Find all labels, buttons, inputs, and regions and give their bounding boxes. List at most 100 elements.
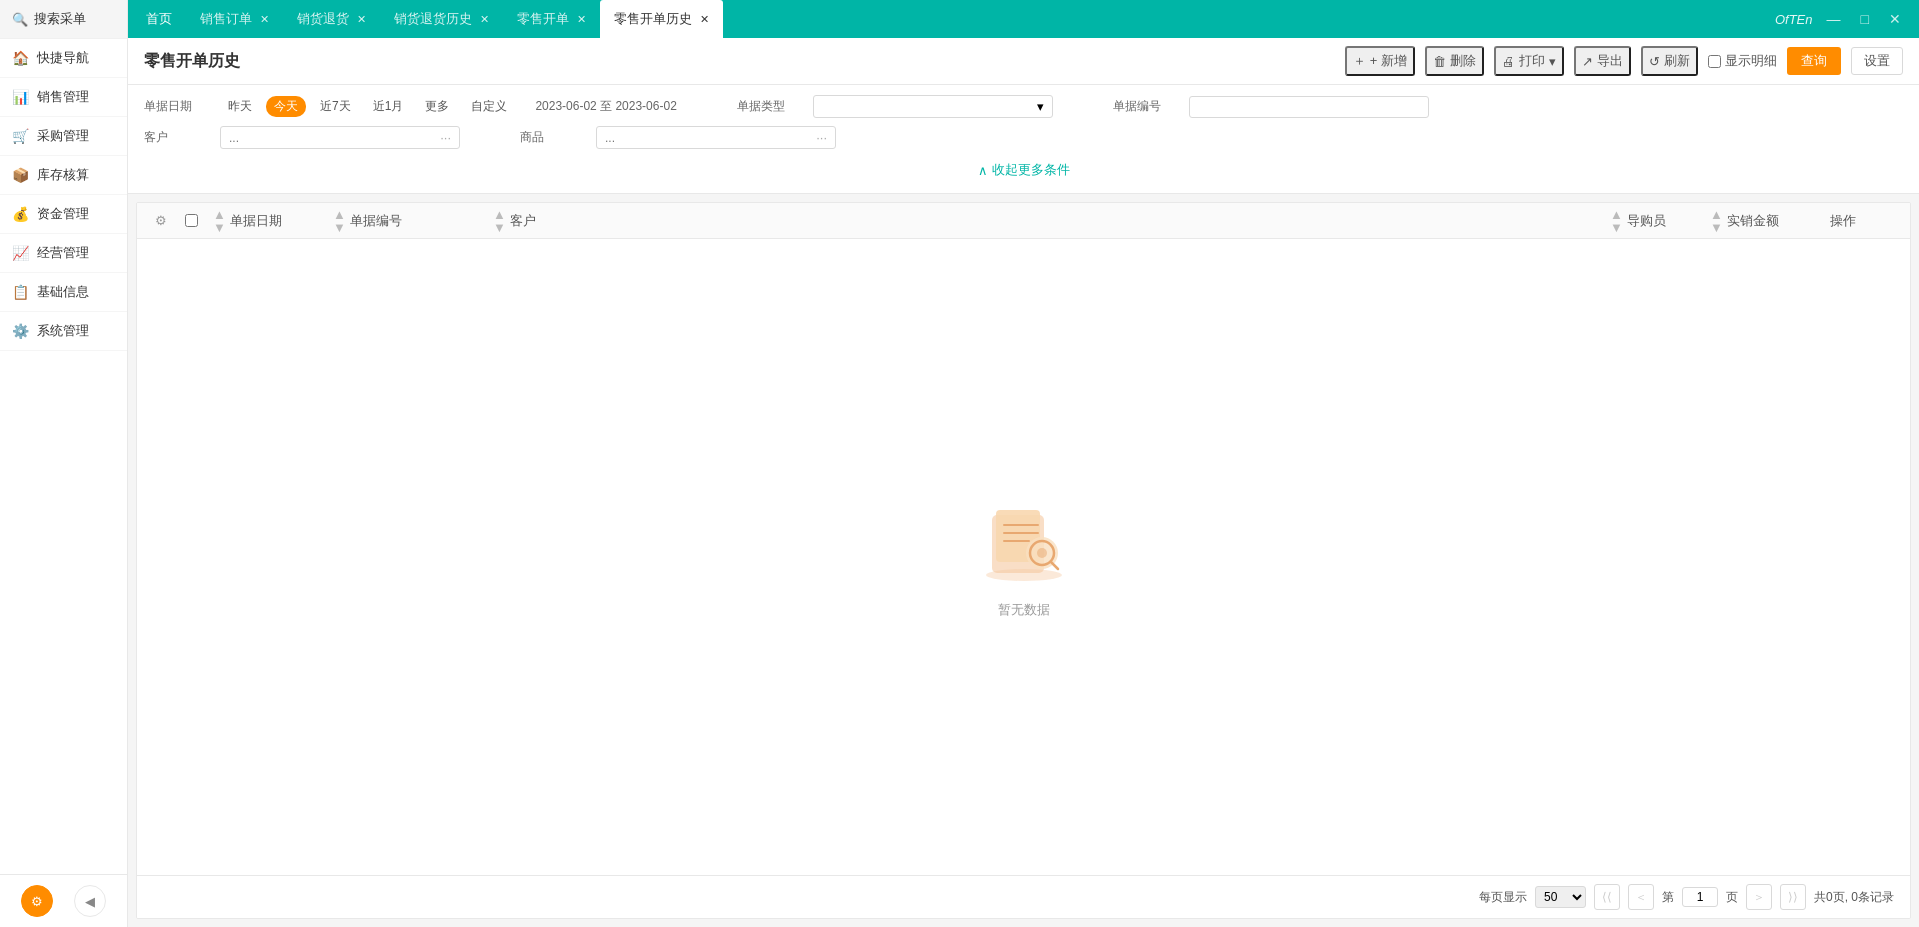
window-max-button[interactable]: □ — [1855, 9, 1875, 29]
tab-retail-history-close[interactable]: ✕ — [700, 13, 709, 26]
current-page-input[interactable] — [1682, 887, 1718, 907]
date-last-month[interactable]: 近1月 — [365, 96, 412, 117]
sidebar-item-operation[interactable]: 📈 经营管理 — [0, 234, 127, 273]
sidebar-item-label: 采购管理 — [37, 127, 89, 145]
system-icon: ⚙️ — [12, 323, 29, 339]
tab-retail-open-label: 零售开单 — [517, 10, 569, 28]
date-more[interactable]: 更多 — [417, 96, 457, 117]
page-unit: 页 — [1726, 889, 1738, 906]
sidebar-item-quick-nav[interactable]: 🏠 快捷导航 — [0, 39, 127, 78]
tab-retail-open-close[interactable]: ✕ — [577, 13, 586, 26]
display-cols-label: 显示明细 — [1725, 52, 1777, 70]
svg-point-9 — [1037, 548, 1047, 558]
sidebar-item-sales[interactable]: 📊 销售管理 — [0, 78, 127, 117]
table-area: ⚙ ▲▼ 单据日期 ▲▼ 单据编号 ▲▼ 客户 ▲▼ 导 — [136, 202, 1911, 919]
sidebar-item-system[interactable]: ⚙️ 系统管理 — [0, 312, 127, 351]
page-word: 第 — [1662, 889, 1674, 906]
th-date[interactable]: ▲▼ 单据日期 — [205, 208, 325, 234]
add-button[interactable]: ＋ + 新增 — [1345, 46, 1415, 76]
sidebar-item-inventory[interactable]: 📦 库存核算 — [0, 156, 127, 195]
customer-dots: ··· — [440, 130, 451, 145]
column-settings-button[interactable]: ⚙ — [145, 213, 177, 228]
main-area: 首页 销售订单 ✕ 销货退货 ✕ 销货退货历史 ✕ 零售开单 ✕ 零售开单历史 … — [128, 0, 1919, 927]
product-input-wrapper[interactable]: ··· — [596, 126, 836, 149]
next-page-button[interactable]: ＞ — [1746, 884, 1772, 910]
display-cols-checkbox[interactable] — [1708, 55, 1721, 68]
th-date-label: 单据日期 — [230, 212, 282, 230]
tab-retail-history[interactable]: 零售开单历史 ✕ — [600, 0, 723, 38]
sidebar-item-finance[interactable]: 💰 资金管理 — [0, 195, 127, 234]
th-num[interactable]: ▲▼ 单据编号 — [325, 208, 485, 234]
window-close-button[interactable]: ✕ — [1883, 9, 1907, 29]
th-action: 操作 — [1822, 212, 1902, 230]
sidebar-item-label: 资金管理 — [37, 205, 89, 223]
delete-label: 删除 — [1450, 52, 1476, 70]
th-guide[interactable]: ▲▼ 导购员 — [1602, 208, 1702, 234]
date-yesterday[interactable]: 昨天 — [220, 96, 260, 117]
select-all-input[interactable] — [185, 214, 198, 227]
customer-input-wrapper[interactable]: ··· — [220, 126, 460, 149]
toolbar: 零售开单历史 ＋ + 新增 🗑 删除 🖨 打印 ▾ ↗ 导出 — [128, 38, 1919, 85]
print-button[interactable]: 🖨 打印 ▾ — [1494, 46, 1564, 76]
tab-sales-return[interactable]: 销货退货 ✕ — [283, 0, 380, 38]
settings-button[interactable]: ⚙ — [21, 885, 53, 917]
th-amount-label: 实销金额 — [1727, 212, 1779, 230]
th-amount[interactable]: ▲▼ 实销金额 — [1702, 208, 1822, 234]
operation-icon: 📈 — [12, 245, 29, 261]
tab-home[interactable]: 首页 — [132, 4, 186, 34]
empty-illustration — [974, 495, 1074, 585]
add-label: + 新增 — [1370, 52, 1407, 70]
tab-sales-order[interactable]: 销售订单 ✕ — [186, 0, 283, 38]
sidebar: 🔍 搜索采单 🏠 快捷导航 📊 销售管理 🛒 采购管理 📦 库存核算 💰 资金管… — [0, 0, 128, 927]
settings-filter-button[interactable]: 设置 — [1851, 47, 1903, 75]
sidebar-search[interactable]: 🔍 搜索采单 — [0, 0, 127, 39]
last-page-button[interactable]: ⟩⟩ — [1780, 884, 1806, 910]
tab-sales-return-close[interactable]: ✕ — [357, 13, 366, 26]
tab-retail-open[interactable]: 零售开单 ✕ — [503, 0, 600, 38]
tab-retail-history-label: 零售开单历史 — [614, 10, 692, 28]
window-min-button[interactable]: — — [1821, 9, 1847, 29]
export-button[interactable]: ↗ 导出 — [1574, 46, 1631, 76]
th-customer[interactable]: ▲▼ 客户 — [485, 208, 1602, 234]
tab-sales-return-history[interactable]: 销货退货历史 ✕ — [380, 0, 503, 38]
refresh-icon: ↺ — [1649, 54, 1660, 69]
refresh-button[interactable]: ↺ 刷新 — [1641, 46, 1698, 76]
display-cols-toggle[interactable]: 显示明细 — [1708, 52, 1777, 70]
sidebar-item-label: 库存核算 — [37, 166, 89, 184]
finance-icon: 💰 — [12, 206, 29, 222]
query-label: 查询 — [1801, 53, 1827, 68]
product-input[interactable] — [605, 131, 816, 145]
sidebar-item-purchase[interactable]: 🛒 采购管理 — [0, 117, 127, 156]
customer-label: 客户 — [144, 129, 200, 146]
customer-input[interactable] — [229, 131, 440, 145]
basic-icon: 📋 — [12, 284, 29, 300]
sidebar-item-label: 快捷导航 — [37, 49, 89, 67]
date-custom[interactable]: 自定义 — [463, 96, 515, 117]
doc-num-label: 单据编号 — [1113, 98, 1169, 115]
collapse-filter-button[interactable]: ∧ 收起更多条件 — [144, 157, 1903, 183]
print-icon: 🖨 — [1502, 54, 1515, 69]
tabs-bar: 首页 销售订单 ✕ 销货退货 ✕ 销货退货历史 ✕ 零售开单 ✕ 零售开单历史 … — [128, 0, 1919, 38]
content-area: 零售开单历史 ＋ + 新增 🗑 删除 🖨 打印 ▾ ↗ 导出 — [128, 38, 1919, 927]
prev-page-button[interactable]: ＜ — [1628, 884, 1654, 910]
th-num-label: 单据编号 — [350, 212, 402, 230]
select-all-checkbox[interactable] — [177, 214, 205, 227]
date-today[interactable]: 今天 — [266, 96, 306, 117]
doc-num-input-wrapper[interactable] — [1189, 96, 1429, 118]
print-label: 打印 — [1519, 52, 1545, 70]
product-label: 商品 — [520, 129, 576, 146]
per-page-select[interactable]: 50 100 200 — [1535, 886, 1586, 908]
query-button[interactable]: 查询 — [1787, 47, 1841, 75]
doc-num-input[interactable] — [1198, 100, 1420, 114]
tabs-right: OfTEn — □ ✕ — [1775, 9, 1915, 29]
delete-button[interactable]: 🗑 删除 — [1425, 46, 1484, 76]
date-last7[interactable]: 近7天 — [312, 96, 359, 117]
collapse-sidebar-button[interactable]: ◀ — [74, 885, 106, 917]
doc-type-select[interactable]: ▾ — [813, 95, 1053, 118]
tab-sales-order-label: 销售订单 — [200, 10, 252, 28]
filter-row-1: 单据日期 昨天 今天 近7天 近1月 更多 自定义 2023-06-02 至 2… — [144, 95, 1903, 118]
first-page-button[interactable]: ⟨⟨ — [1594, 884, 1620, 910]
sidebar-item-basic[interactable]: 📋 基础信息 — [0, 273, 127, 312]
tab-sales-return-history-close[interactable]: ✕ — [480, 13, 489, 26]
tab-sales-order-close[interactable]: ✕ — [260, 13, 269, 26]
